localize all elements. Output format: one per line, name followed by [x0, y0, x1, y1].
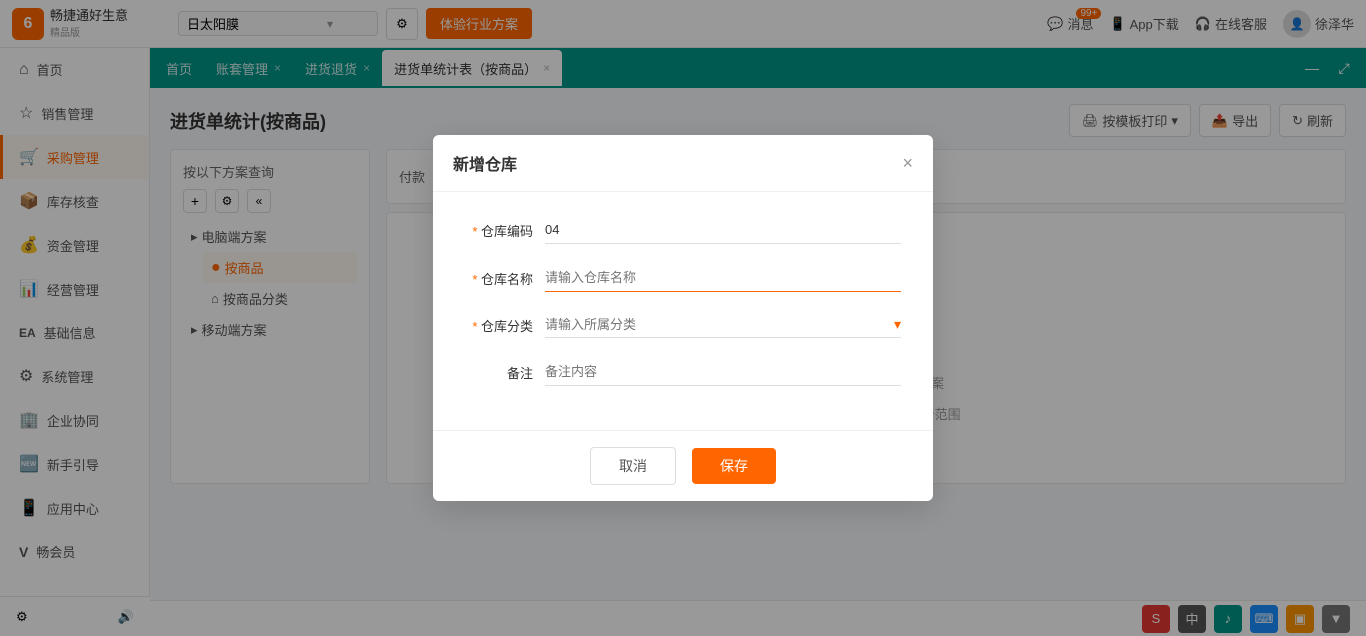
- category-dropdown-icon: ▾: [894, 316, 901, 333]
- code-label: 仓库编码: [465, 221, 545, 240]
- modal-body: 仓库编码 仓库名称 仓库分类 ▾ 备注: [433, 192, 933, 430]
- modal-close-button[interactable]: ×: [902, 154, 913, 172]
- name-input[interactable]: [545, 264, 901, 292]
- modal-new-warehouse: 新增仓库 × 仓库编码 仓库名称 仓库分类 ▾ 备注: [433, 135, 933, 501]
- form-row-note: 备注: [465, 358, 901, 386]
- save-button[interactable]: 保存: [692, 448, 776, 484]
- category-input[interactable]: [545, 317, 894, 332]
- modal-title: 新增仓库: [453, 151, 517, 175]
- modal-overlay[interactable]: 新增仓库 × 仓库编码 仓库名称 仓库分类 ▾ 备注: [0, 0, 1366, 636]
- category-label: 仓库分类: [465, 316, 545, 335]
- note-input[interactable]: [545, 358, 901, 386]
- form-row-name: 仓库名称: [465, 264, 901, 292]
- category-select-wrapper[interactable]: ▾: [545, 312, 901, 338]
- modal-footer: 取消 保存: [433, 430, 933, 501]
- cancel-button[interactable]: 取消: [590, 447, 676, 485]
- form-row-code: 仓库编码: [465, 216, 901, 244]
- code-input[interactable]: [545, 216, 901, 244]
- name-label: 仓库名称: [465, 269, 545, 288]
- form-row-category: 仓库分类 ▾: [465, 312, 901, 338]
- modal-header: 新增仓库 ×: [433, 135, 933, 192]
- note-label: 备注: [465, 363, 545, 382]
